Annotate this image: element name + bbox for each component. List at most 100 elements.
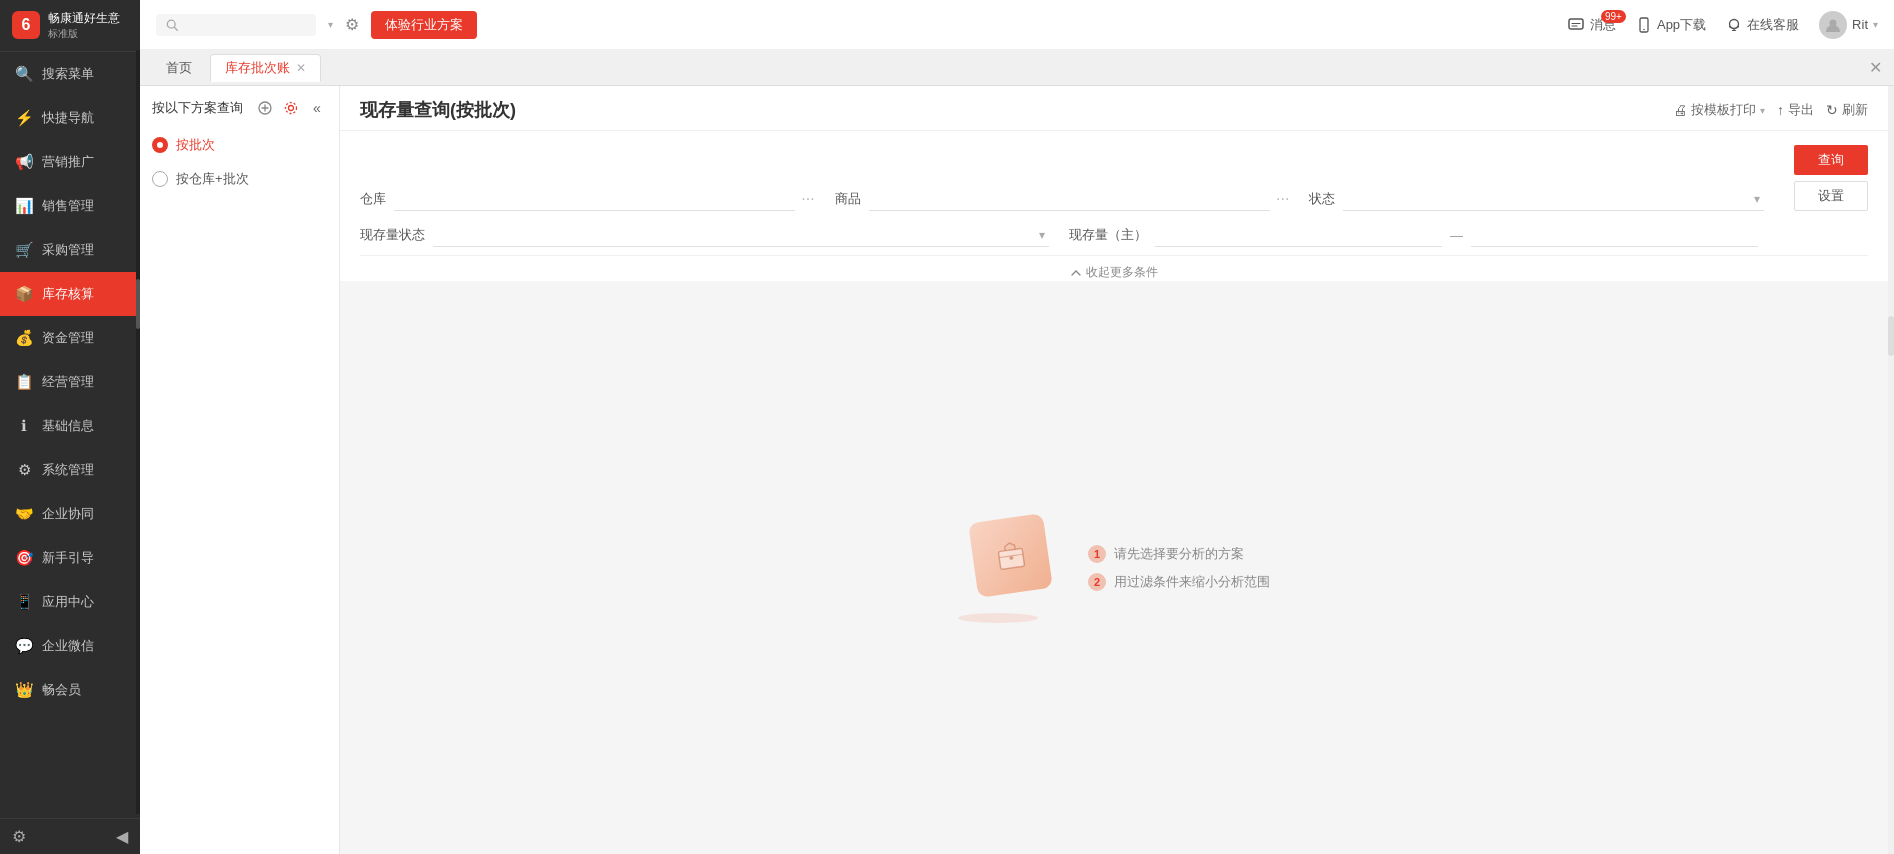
- empty-state-row: 1 请先选择要分析的方案 2 用过滤条件来缩小分析范围: [958, 513, 1270, 623]
- quantity-label: 现存量（主）: [1069, 226, 1147, 244]
- product-input[interactable]: [869, 187, 1270, 211]
- sidebar-item-label: 基础信息: [42, 417, 94, 435]
- product-field: 商品 ···: [835, 187, 1310, 211]
- sidebar-item-marketing[interactable]: 📢 营销推广: [0, 140, 140, 184]
- quantity-max-input[interactable]: [1471, 223, 1758, 247]
- sidebar-item-label: 企业微信: [42, 637, 94, 655]
- info-icon: ℹ: [14, 416, 34, 436]
- search-dropdown-icon[interactable]: ▾: [328, 19, 333, 30]
- chart-icon: 📊: [14, 196, 34, 216]
- hint-num-2: 2: [1088, 573, 1106, 591]
- app-logo-icon: 6: [12, 11, 40, 39]
- handshake-icon: 🤝: [14, 504, 34, 524]
- plan-item-batch[interactable]: 按批次: [140, 128, 339, 162]
- search-box[interactable]: [156, 14, 316, 36]
- sidebar-item-enterprise[interactable]: 🤝 企业协同: [0, 492, 140, 536]
- plan-settings-btn[interactable]: [281, 98, 301, 118]
- plan-label: 按仓库+批次: [176, 170, 249, 188]
- sidebar-item-member[interactable]: 👑 畅会员: [0, 668, 140, 712]
- tab-batch-account[interactable]: 库存批次账 ✕: [210, 54, 321, 82]
- refresh-label: 刷新: [1842, 101, 1868, 119]
- product-more-btn[interactable]: ···: [1276, 190, 1289, 208]
- search-input[interactable]: [184, 18, 306, 32]
- app-name: 畅康通好生意: [48, 10, 120, 27]
- sidebar-item-quick-nav[interactable]: ⚡ 快捷导航: [0, 96, 140, 140]
- app-name-block: 畅康通好生意 标准版: [48, 10, 120, 41]
- sidebar-item-purchase[interactable]: 🛒 采购管理: [0, 228, 140, 272]
- svg-point-4: [1643, 28, 1645, 30]
- refresh-btn[interactable]: ↻ 刷新: [1826, 101, 1868, 119]
- empty-state: 1 请先选择要分析的方案 2 用过滤条件来缩小分析范围: [340, 281, 1888, 854]
- settings-button[interactable]: 设置: [1794, 181, 1868, 211]
- sidebar-item-basic-info[interactable]: ℹ 基础信息: [0, 404, 140, 448]
- export-label: 导出: [1788, 101, 1814, 119]
- crown-icon: 👑: [14, 680, 34, 700]
- sidebar-item-label: 销售管理: [42, 197, 94, 215]
- clipboard-icon: 📋: [14, 372, 34, 392]
- export-btn[interactable]: ↑ 导出: [1777, 101, 1814, 119]
- print-icon: 🖨: [1673, 102, 1687, 118]
- plan-dot-inactive: [152, 171, 168, 187]
- tab-close-icon[interactable]: ✕: [296, 61, 306, 75]
- collapse-sidebar-icon[interactable]: ◀: [116, 827, 128, 846]
- inv-status-select[interactable]: [433, 223, 1049, 247]
- user-avatar: [1819, 11, 1847, 39]
- right-scrollbar: [1888, 86, 1894, 854]
- print-btn[interactable]: 🖨 按模板打印 ▾: [1673, 101, 1765, 119]
- sidebar-item-sales[interactable]: 📊 销售管理: [0, 184, 140, 228]
- add-plan-btn[interactable]: [255, 98, 275, 118]
- sidebar-scrollbar-thumb: [136, 279, 140, 329]
- username-label: Rit: [1852, 17, 1868, 32]
- query-button[interactable]: 查询: [1794, 145, 1868, 175]
- online-service-btn[interactable]: 在线客服: [1726, 16, 1799, 34]
- refresh-icon: ↻: [1826, 102, 1838, 118]
- main-wrapper: ▾ ⚙ 体验行业方案 消息 99+ App下载: [140, 0, 1894, 854]
- sidebar-item-app-center[interactable]: 📱 应用中心: [0, 580, 140, 624]
- hint-text-2: 用过滤条件来缩小分析范围: [1114, 573, 1270, 591]
- filter-row-1: 仓库 ··· 商品 ··· 状态: [360, 145, 1868, 211]
- hint-num-1: 1: [1088, 545, 1106, 563]
- sidebar-item-search[interactable]: 🔍 搜索菜单: [0, 52, 140, 96]
- sidebar-scrollbar-track: [136, 50, 140, 814]
- right-main: 现存量查询(按批次) 🖨 按模板打印 ▾ ↑ 导出 ↻ 刷新: [340, 86, 1888, 854]
- header-settings-icon[interactable]: ⚙: [345, 15, 359, 34]
- sidebar-item-inventory[interactable]: 📦 库存核算: [0, 272, 140, 316]
- left-panel-header: 按以下方案查询: [140, 98, 339, 128]
- warehouse-field: 仓库 ···: [360, 187, 835, 211]
- warehouse-input[interactable]: [394, 187, 795, 211]
- collapse-panel-btn[interactable]: «: [307, 98, 327, 118]
- tab-home[interactable]: 首页: [152, 54, 206, 82]
- plan-item-warehouse-batch[interactable]: 按仓库+批次: [140, 162, 339, 196]
- warehouse-more-btn[interactable]: ···: [801, 190, 814, 208]
- inv-status-label: 现存量状态: [360, 226, 425, 244]
- collapse-more-btn[interactable]: 收起更多条件: [360, 255, 1868, 281]
- sidebar-item-new-guide[interactable]: 🎯 新手引导: [0, 536, 140, 580]
- industry-btn[interactable]: 体验行业方案: [371, 11, 477, 39]
- status-select[interactable]: [1343, 187, 1764, 211]
- messages-btn[interactable]: 消息 99+: [1567, 16, 1616, 34]
- sidebar-logo: 6 畅康通好生意 标准版: [0, 0, 140, 52]
- tab-home-label: 首页: [166, 59, 192, 77]
- quantity-dash: —: [1450, 228, 1463, 243]
- filter-row-2: 现存量状态 ▾ 现存量（主） —: [360, 223, 1868, 247]
- app-download-btn[interactable]: App下载: [1636, 16, 1706, 34]
- collapse-label: 收起更多条件: [1086, 264, 1158, 281]
- phone-icon: [1636, 17, 1652, 33]
- quantity-range: —: [1155, 223, 1758, 247]
- gear-icon: ⚙: [14, 460, 34, 480]
- top-header: ▾ ⚙ 体验行业方案 消息 99+ App下载: [140, 0, 1894, 50]
- tab-bar-close-btn[interactable]: ✕: [1869, 58, 1882, 77]
- product-label: 商品: [835, 190, 861, 208]
- sidebar-item-operations[interactable]: 📋 经营管理: [0, 360, 140, 404]
- message-icon: [1567, 16, 1585, 34]
- sidebar-item-finance[interactable]: 💰 资金管理: [0, 316, 140, 360]
- sidebar-item-wechat[interactable]: 💬 企业微信: [0, 624, 140, 668]
- sidebar-item-system[interactable]: ⚙ 系统管理: [0, 448, 140, 492]
- left-panel: 按以下方案查询: [140, 86, 340, 854]
- user-avatar-btn[interactable]: Rit ▾: [1819, 11, 1878, 39]
- quantity-min-input[interactable]: [1155, 223, 1442, 247]
- status-label: 状态: [1309, 190, 1335, 208]
- settings-bottom-icon[interactable]: ⚙: [12, 827, 26, 846]
- sidebar-item-label: 畅会员: [42, 681, 81, 699]
- sidebar-item-label: 企业协同: [42, 505, 94, 523]
